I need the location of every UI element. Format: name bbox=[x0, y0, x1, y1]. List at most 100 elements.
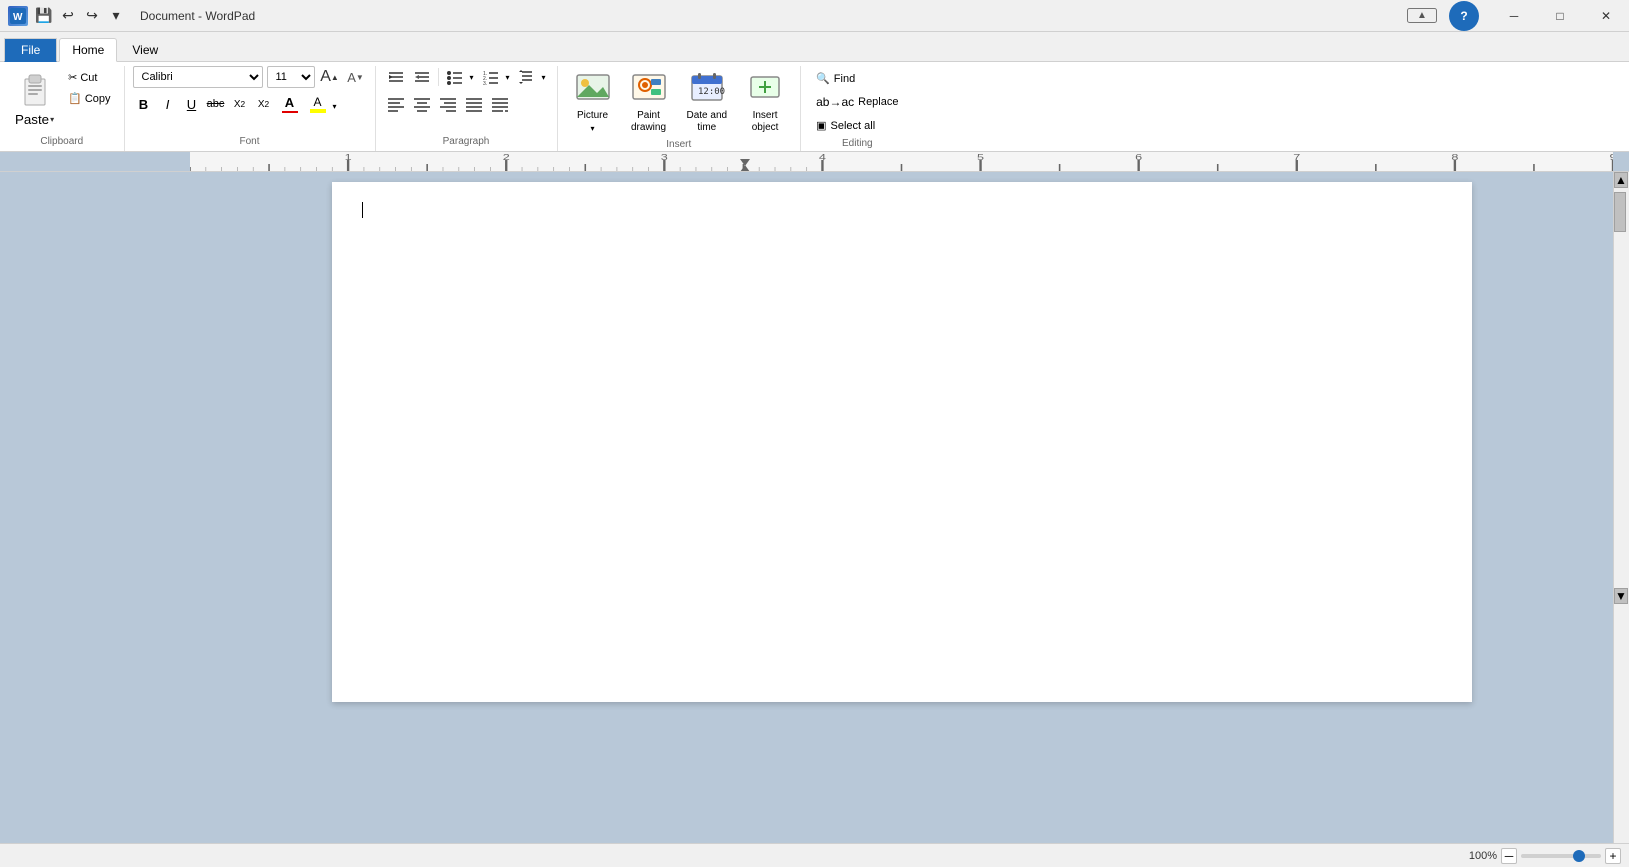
scroll-up-btn[interactable]: ▲ bbox=[1614, 172, 1628, 188]
copy-label: Copy bbox=[85, 93, 111, 105]
highlight-color-button[interactable]: A bbox=[305, 93, 331, 115]
scroll-track[interactable] bbox=[1614, 188, 1629, 588]
find-button[interactable]: 🔍 Find bbox=[809, 68, 905, 89]
customize-quick-btn[interactable]: ▾ bbox=[106, 6, 126, 26]
scroll-down-btn[interactable]: ▼ bbox=[1614, 588, 1628, 604]
paste-icon bbox=[19, 71, 51, 112]
paint-drawing-icon bbox=[631, 71, 667, 108]
save-quick-btn[interactable]: 💾 bbox=[34, 6, 54, 26]
insert-group-label: Insert bbox=[566, 137, 793, 152]
zoom-plus-button[interactable]: + bbox=[1605, 848, 1621, 864]
clipboard-content: Paste ▾ ✂ Cut 📋 Copy bbox=[8, 66, 116, 134]
undo-quick-btn[interactable]: ↩ bbox=[58, 6, 78, 26]
document-page[interactable] bbox=[332, 182, 1472, 702]
clipboard-group-label: Clipboard bbox=[8, 134, 116, 149]
numbered-list-arrow[interactable]: ▾ bbox=[503, 66, 513, 88]
ruler-right-margin bbox=[1613, 152, 1629, 171]
align-justify-button[interactable] bbox=[462, 93, 486, 115]
tab-view[interactable]: View bbox=[119, 38, 171, 61]
tab-file[interactable]: File bbox=[4, 38, 57, 62]
linespacing-container: ▾ bbox=[515, 66, 549, 88]
editing-group-label: Editing bbox=[809, 136, 905, 151]
italic-button[interactable]: I bbox=[157, 93, 179, 115]
font-row2: B I U abc X2 X2 A A ▾ bbox=[133, 93, 337, 115]
numbered-list-button[interactable]: 1.2.3. bbox=[479, 66, 503, 88]
close-button[interactable]: ✕ bbox=[1583, 0, 1629, 32]
title-bar-left: W 💾 ↩ ↪ ▾ Document - WordPad bbox=[8, 6, 255, 26]
document-wrapper[interactable] bbox=[190, 172, 1613, 843]
clipboard-group: Paste ▾ ✂ Cut 📋 Copy Clipboard bbox=[0, 66, 125, 151]
paint-drawing-label: Paintdrawing bbox=[631, 110, 666, 134]
svg-text:W: W bbox=[13, 12, 23, 23]
paste-button[interactable]: Paste ▾ bbox=[8, 66, 61, 130]
copy-icon: 📋 bbox=[68, 92, 82, 105]
zoom-minus-button[interactable]: ─ bbox=[1501, 848, 1517, 864]
date-time-button[interactable]: 12:00 Date andtime bbox=[678, 66, 737, 137]
ruler-main: 1 2 3 4 5 6 7 8 bbox=[190, 152, 1613, 171]
align-center-button[interactable] bbox=[410, 93, 434, 115]
maximize-button[interactable]: □ bbox=[1537, 0, 1583, 32]
copy-button[interactable]: 📋 Copy bbox=[63, 89, 115, 108]
linespacing-arrow[interactable]: ▾ bbox=[539, 66, 549, 88]
font-family-select[interactable]: Calibri bbox=[133, 66, 263, 88]
paste-arrow[interactable]: ▾ bbox=[50, 115, 54, 124]
select-all-button[interactable]: ▣ Select all bbox=[809, 115, 905, 136]
svg-text:3.: 3. bbox=[483, 81, 487, 85]
ribbon-tabs: File Home View bbox=[0, 32, 1629, 62]
numbered-list-container: 1.2.3. ▾ bbox=[479, 66, 513, 88]
underline-button[interactable]: U bbox=[181, 93, 203, 115]
paint-drawing-button[interactable]: Paintdrawing bbox=[622, 66, 676, 137]
replace-button[interactable]: ab→ac Replace bbox=[809, 91, 905, 113]
bullets-list-container: ▾ bbox=[443, 66, 477, 88]
ruler-tab-marker[interactable] bbox=[740, 152, 750, 171]
strikethrough-button[interactable]: abc bbox=[205, 93, 227, 115]
ribbon-collapse-btn[interactable]: ▲ bbox=[1407, 8, 1437, 23]
bold-button[interactable]: B bbox=[133, 93, 155, 115]
align-right-button[interactable] bbox=[436, 93, 460, 115]
vertical-scrollbar[interactable]: ▲ ▼ bbox=[1613, 172, 1629, 843]
scroll-thumb[interactable] bbox=[1614, 192, 1626, 232]
subscript-button[interactable]: X2 bbox=[229, 93, 251, 115]
zoom-slider[interactable] bbox=[1521, 854, 1601, 858]
cut-button[interactable]: ✂ Cut bbox=[63, 68, 115, 87]
status-bar: 100% ─ + bbox=[0, 843, 1629, 867]
align-left-button[interactable] bbox=[384, 93, 408, 115]
insert-group: Picture ▾ Paintdrawing bbox=[558, 66, 802, 151]
find-icon: 🔍 bbox=[816, 72, 830, 85]
help-button[interactable]: ? bbox=[1449, 1, 1479, 31]
svg-text:4: 4 bbox=[819, 153, 826, 162]
svg-text:7: 7 bbox=[1293, 153, 1300, 162]
font-color-button[interactable]: A bbox=[277, 93, 303, 115]
bullets-list-button[interactable] bbox=[443, 66, 467, 88]
align-right2-button[interactable] bbox=[488, 93, 512, 115]
picture-arrow[interactable]: ▾ bbox=[590, 124, 594, 133]
zoom-thumb[interactable] bbox=[1573, 850, 1585, 862]
increase-indent-button[interactable] bbox=[410, 66, 434, 88]
window-title: Document - WordPad bbox=[140, 9, 255, 23]
main-area: ▲ ▼ bbox=[0, 172, 1629, 843]
decrease-indent-button[interactable] bbox=[384, 66, 408, 88]
ruler-svg: 1 2 3 4 5 6 7 8 bbox=[190, 152, 1613, 171]
picture-button[interactable]: Picture ▾ bbox=[566, 66, 620, 136]
tab-home[interactable]: Home bbox=[59, 38, 117, 62]
minimize-button[interactable]: ─ bbox=[1491, 0, 1537, 32]
shrink-font-button[interactable]: A▼ bbox=[345, 66, 367, 88]
bullets-arrow[interactable]: ▾ bbox=[467, 66, 477, 88]
ribbon-right-controls: ▲ ? bbox=[1407, 1, 1491, 31]
title-bar: W 💾 ↩ ↪ ▾ Document - WordPad ▲ ? ─ □ ✕ bbox=[0, 0, 1629, 32]
font-content: Calibri 11 A▲ A▼ B I U abc X2 X2 A bbox=[133, 66, 367, 134]
grow-font-button[interactable]: A▲ bbox=[319, 66, 341, 88]
replace-icon: ab→ac bbox=[816, 95, 854, 109]
insert-object-button[interactable]: Insertobject bbox=[738, 66, 792, 137]
svg-text:9: 9 bbox=[1609, 153, 1613, 162]
svg-text:3: 3 bbox=[661, 153, 668, 162]
redo-quick-btn[interactable]: ↪ bbox=[82, 6, 102, 26]
font-row1: Calibri 11 A▲ A▼ bbox=[133, 66, 367, 88]
font-size-select[interactable]: 11 bbox=[267, 66, 315, 88]
app-icon: W bbox=[8, 6, 28, 26]
line-spacing-button[interactable] bbox=[515, 66, 539, 88]
superscript-button[interactable]: X2 bbox=[253, 93, 275, 115]
font-color-arrow[interactable]: ▾ bbox=[333, 102, 337, 111]
find-label: Find bbox=[834, 73, 855, 85]
svg-text:8: 8 bbox=[1451, 153, 1458, 162]
